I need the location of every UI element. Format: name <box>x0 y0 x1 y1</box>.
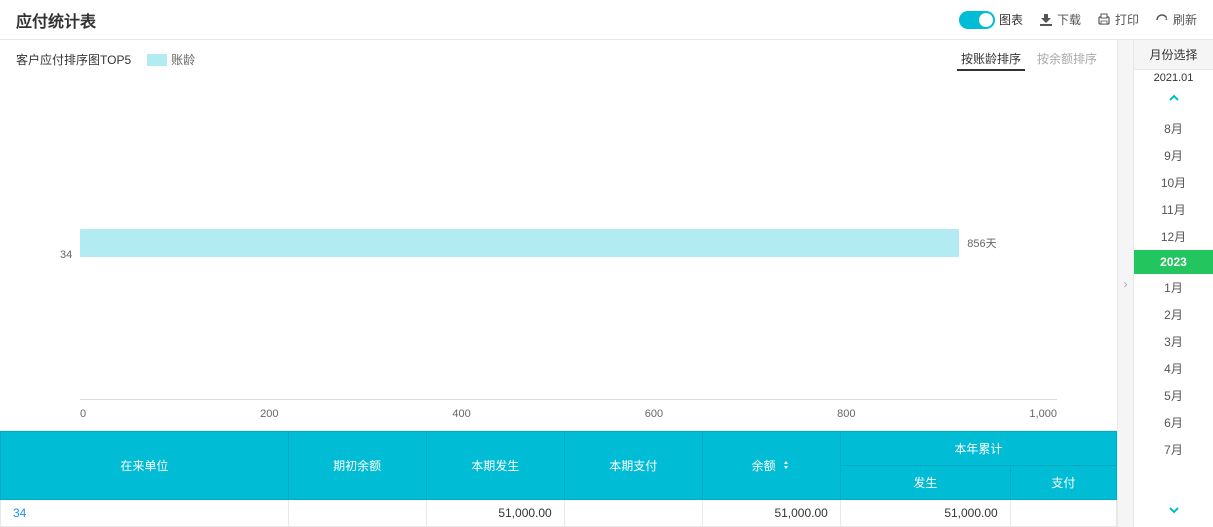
bar-row-34: 856天 <box>80 229 1057 257</box>
print-button[interactable]: 打印 <box>1097 11 1139 28</box>
download-button[interactable]: 下载 <box>1039 11 1081 28</box>
refresh-icon <box>1155 13 1169 27</box>
chevron-down-icon <box>1166 502 1182 518</box>
chart-legend: 客户应付排序图TOP5 账龄 <box>16 51 195 68</box>
app-header: 应付统计表 图表 下载 打印 刷新 <box>0 0 1213 40</box>
th-balance: 余额 <box>702 432 840 500</box>
chart-title: 客户应付排序图TOP5 <box>16 51 131 68</box>
chart-container: 客户应付排序图TOP5 账龄 按账龄排序 按余额排序 <box>0 40 1117 527</box>
unit-link[interactable]: 34 <box>13 506 26 520</box>
x-axis-labels: 0 200 400 600 800 1,000 <box>80 408 1057 420</box>
legend-color-box <box>147 54 167 66</box>
chart-toggle[interactable] <box>959 11 995 29</box>
sidebar-item-9[interactable]: 9月 <box>1134 142 1213 169</box>
month-list[interactable]: 8月 9月 10月 11月 12月 2023 1月 2月 3月 4月 5月 6月… <box>1134 115 1213 498</box>
chart-toggle-label: 图表 <box>999 11 1023 28</box>
table-body: 34 51,000.00 51,000.00 51,000.00 <box>1 500 1117 527</box>
th-ytd-occur: 发生 <box>840 466 1010 500</box>
x-label-600: 600 <box>645 408 663 420</box>
td-unit: 34 <box>1 500 289 527</box>
chart-toggle-group[interactable]: 图表 <box>959 11 1023 29</box>
bar-fill <box>80 229 959 257</box>
legend-item: 账龄 <box>147 51 195 68</box>
sidebar-wrapper: › 月份选择 2021.01 8月 9月 10月 11月 12月 2023 <box>1117 40 1213 527</box>
sidebar-title: 月份选择 <box>1134 40 1213 70</box>
th-current-pay: 本期支付 <box>564 432 702 500</box>
th-ytd-pay: 支付 <box>1010 466 1116 500</box>
sidebar-item-4[interactable]: 4月 <box>1134 355 1213 382</box>
header-actions: 图表 下载 打印 刷新 <box>959 11 1197 29</box>
y-axis-label: 34 <box>60 249 78 261</box>
legend-label: 账龄 <box>171 51 195 68</box>
download-icon <box>1039 13 1053 27</box>
refresh-button[interactable]: 刷新 <box>1155 11 1197 28</box>
chart-header: 客户应付排序图TOP5 账龄 按账龄排序 按余额排序 <box>0 40 1117 79</box>
chart-sort-buttons: 按账龄排序 按余额排序 <box>957 48 1101 71</box>
td-current-occur: 51,000.00 <box>426 500 564 527</box>
chart-section: 客户应付排序图TOP5 账龄 按账龄排序 按余额排序 <box>0 40 1117 430</box>
td-period-start <box>288 500 426 527</box>
sidebar-toggle[interactable]: › <box>1117 40 1133 527</box>
month-sidebar: 月份选择 2021.01 8月 9月 10月 11月 12月 2023 1月 2… <box>1133 40 1213 527</box>
sidebar-item-6[interactable]: 6月 <box>1134 409 1213 436</box>
table-header-row-1: 在来单位 期初余额 本期发生 本期支付 余额 本年累计 <box>1 432 1117 466</box>
data-table: 在来单位 期初余额 本期发生 本期支付 余额 本年累计 发生 <box>0 431 1117 527</box>
x-axis-line <box>80 399 1057 400</box>
sidebar-item-8[interactable]: 8月 <box>1134 115 1213 142</box>
chevron-up-icon <box>1166 90 1182 106</box>
sidebar-item-7[interactable]: 7月 <box>1134 436 1213 463</box>
sidebar-item-12[interactable]: 12月 <box>1134 223 1213 250</box>
x-label-200: 200 <box>260 408 278 420</box>
td-ytd-pay <box>1010 500 1116 527</box>
sidebar-year-2023[interactable]: 2023 <box>1134 250 1213 274</box>
sidebar-item-10[interactable]: 10月 <box>1134 169 1213 196</box>
sidebar-item-3[interactable]: 3月 <box>1134 328 1213 355</box>
table-row: 34 51,000.00 51,000.00 51,000.00 <box>1 500 1117 527</box>
bar-chart-area: 34 856天 0 200 <box>0 79 1117 430</box>
x-label-0: 0 <box>80 408 86 420</box>
td-ytd-occur: 51,000.00 <box>840 500 1010 527</box>
sidebar-item-11[interactable]: 11月 <box>1134 196 1213 223</box>
sort-by-age-button[interactable]: 按账龄排序 <box>957 48 1025 71</box>
th-ytd: 本年累计 <box>840 432 1116 466</box>
sidebar-up-button[interactable] <box>1134 86 1213 115</box>
sidebar-current-value: 2021.01 <box>1134 70 1213 86</box>
x-label-1000: 1,000 <box>1029 408 1057 420</box>
x-label-800: 800 <box>837 408 855 420</box>
page-title: 应付统计表 <box>16 8 96 32</box>
main-content: 客户应付排序图TOP5 账龄 按账龄排序 按余额排序 <box>0 40 1213 527</box>
table-section: 在来单位 期初余额 本期发生 本期支付 余额 本年累计 发生 <box>0 430 1117 527</box>
th-unit: 在来单位 <box>1 432 289 500</box>
sidebar-item-2[interactable]: 2月 <box>1134 301 1213 328</box>
sort-icon <box>781 460 791 470</box>
sidebar-item-1[interactable]: 1月 <box>1134 274 1213 301</box>
chevron-right-icon: › <box>1124 277 1128 291</box>
chart-inner: 856天 <box>80 89 1057 400</box>
td-balance: 51,000.00 <box>702 500 840 527</box>
x-label-400: 400 <box>452 408 470 420</box>
th-period-start: 期初余额 <box>288 432 426 500</box>
sidebar-down-button[interactable] <box>1134 498 1213 527</box>
td-current-pay <box>564 500 702 527</box>
bar-end-label: 856天 <box>967 235 996 251</box>
th-current-occur: 本期发生 <box>426 432 564 500</box>
print-icon <box>1097 13 1111 27</box>
sort-by-balance-button[interactable]: 按余额排序 <box>1033 48 1101 71</box>
sidebar-item-5[interactable]: 5月 <box>1134 382 1213 409</box>
bar-row-label: 34 <box>60 249 78 261</box>
